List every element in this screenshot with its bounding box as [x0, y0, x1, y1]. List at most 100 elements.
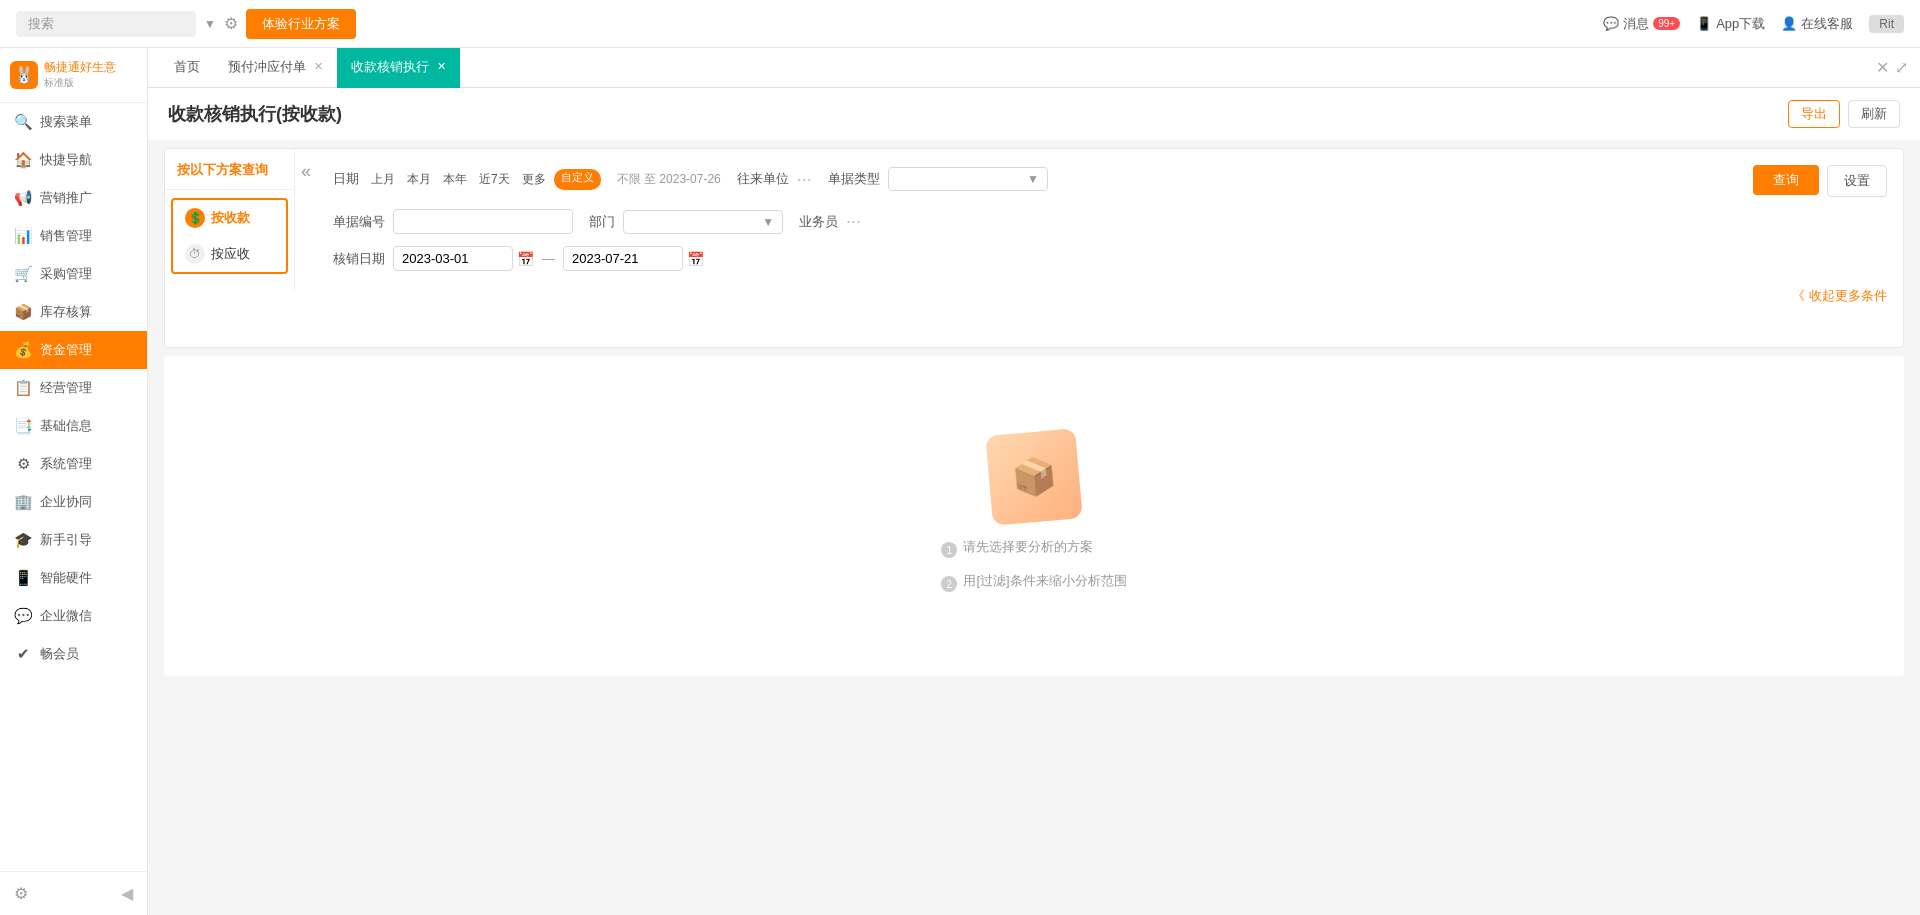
- tab-receipt[interactable]: 收款核销执行 ✕: [337, 48, 460, 88]
- app-icon: 📱: [1696, 16, 1712, 31]
- sidebar-collapse-button[interactable]: ◀: [121, 884, 133, 903]
- search-arrow-icon: ▼: [204, 17, 216, 31]
- sidebar-item-label: 企业协同: [40, 493, 92, 511]
- message-icon: 💬: [1603, 16, 1619, 31]
- sidebar-item-sales[interactable]: 📊 销售管理: [0, 217, 147, 255]
- sidebar-item-inventory[interactable]: 📦 库存核算: [0, 293, 147, 331]
- sidebar-item-marketing[interactable]: 📢 营销推广: [0, 179, 147, 217]
- shortcut-more[interactable]: 更多: [518, 169, 550, 190]
- writeoff-date-from-input[interactable]: [393, 246, 513, 271]
- refresh-button[interactable]: 刷新: [1848, 100, 1900, 128]
- writeoff-date-to-input[interactable]: [563, 246, 683, 271]
- setting-button[interactable]: 设置: [1827, 165, 1887, 197]
- bottom-settings-icon[interactable]: ⚙: [14, 884, 28, 903]
- business-icon: 📋: [14, 379, 32, 397]
- message-group[interactable]: 💬 消息 99+: [1603, 15, 1680, 33]
- page-header-actions: 导出 刷新: [1788, 100, 1900, 128]
- filter-type-by-payable[interactable]: ⏱ 按应收: [173, 236, 286, 272]
- top-bar: 搜索 ▼ ⚙ 体验行业方案 💬 消息 99+ 📱 App下载 👤 在线客服 Ri…: [0, 0, 1920, 48]
- shortcut-this-month[interactable]: 本月: [403, 169, 435, 190]
- shortcut-this-year[interactable]: 本年: [439, 169, 471, 190]
- writeoff-from-cal-icon[interactable]: 📅: [517, 251, 534, 267]
- member-icon: ✔: [14, 645, 32, 663]
- sidebar-item-hardware[interactable]: 📱 智能硬件: [0, 559, 147, 597]
- doc-type-group: 单据类型 ▼: [828, 167, 1048, 191]
- tab-home[interactable]: 首页: [160, 48, 214, 88]
- settings-gear-icon[interactable]: ⚙: [224, 14, 238, 33]
- shortcut-last-month[interactable]: 上月: [367, 169, 399, 190]
- online-service-group[interactable]: 👤 在线客服: [1781, 15, 1853, 33]
- search-input-display[interactable]: 搜索: [16, 11, 196, 37]
- search-menu-icon: 🔍: [14, 113, 32, 131]
- tab-receipt-label: 收款核销执行: [351, 58, 429, 76]
- writeoff-to-cal-icon[interactable]: 📅: [687, 251, 704, 267]
- query-button[interactable]: 查询: [1753, 165, 1819, 195]
- dept-dropdown[interactable]: ▼: [623, 210, 783, 234]
- tab-close-button[interactable]: ✕: [1876, 58, 1889, 77]
- collapse-more-button[interactable]: 《 收起更多条件: [333, 283, 1887, 309]
- filter-row-2: 单据编号 部门 ▼ 业务员 ···: [333, 209, 1887, 234]
- tab-prepay[interactable]: 预付冲应付单 ✕: [214, 48, 337, 88]
- partner-input[interactable]: ···: [797, 169, 812, 190]
- tab-receipt-close-icon[interactable]: ✕: [437, 60, 446, 73]
- app-download-label: App下载: [1716, 15, 1765, 33]
- sidebar-item-basic[interactable]: 📑 基础信息: [0, 407, 147, 445]
- empty-box-icon: 📦: [985, 428, 1083, 526]
- sidebar-logo: 🐰 畅捷通好生意 标准版: [0, 48, 147, 103]
- home-icon: 🏠: [14, 151, 32, 169]
- industry-solution-button[interactable]: 体验行业方案: [246, 9, 356, 39]
- tab-prepay-close-icon[interactable]: ✕: [314, 60, 323, 73]
- sidebar-bottom: ⚙ ◀: [0, 871, 147, 915]
- sidebar-item-member[interactable]: ✔ 畅会员: [0, 635, 147, 673]
- salesperson-input[interactable]: ···: [846, 211, 861, 232]
- sidebar-item-label: 资金管理: [40, 341, 92, 359]
- sidebar-item-label: 基础信息: [40, 417, 92, 435]
- wechat-icon: 💬: [14, 607, 32, 625]
- sidebar-item-purchase[interactable]: 🛒 采购管理: [0, 255, 147, 293]
- sidebar-item-label: 销售管理: [40, 227, 92, 245]
- sidebar-item-label: 库存核算: [40, 303, 92, 321]
- filter-sidebar-title: 按以下方案查询: [165, 161, 294, 190]
- system-icon: ⚙: [14, 455, 32, 473]
- date-unlimited-text: 不限 至 2023-07-26: [617, 171, 721, 188]
- doc-num-input[interactable]: [393, 209, 573, 234]
- inventory-icon: 📦: [14, 303, 32, 321]
- sidebar-item-shortcut[interactable]: 🏠 快捷导航: [0, 141, 147, 179]
- export-button[interactable]: 导出: [1788, 100, 1840, 128]
- message-badge: 99+: [1653, 17, 1680, 30]
- sidebar-item-guide[interactable]: 🎓 新手引导: [0, 521, 147, 559]
- writeoff-date-group: 核销日期 📅 — 📅: [333, 246, 704, 271]
- dept-group: 部门 ▼: [589, 210, 783, 234]
- empty-state: 📦 1 请先选择要分析的方案 2 用[过滤]条件来缩小分析范围: [164, 356, 1904, 676]
- sidebar-item-label: 新手引导: [40, 531, 92, 549]
- online-service-label: 在线客服: [1801, 15, 1853, 33]
- top-bar-right: 💬 消息 99+ 📱 App下载 👤 在线客服 Rit: [1603, 15, 1904, 33]
- empty-step-2: 2 用[过滤]条件来缩小分析范围: [941, 572, 1126, 596]
- writeoff-date-to-group: 📅: [563, 246, 704, 271]
- filter-type-payable-label: 按应收: [211, 245, 250, 263]
- doc-type-arrow-icon: ▼: [1027, 172, 1039, 186]
- guide-icon: 🎓: [14, 531, 32, 549]
- filter-type-by-receipt[interactable]: 💲 按收款: [173, 200, 286, 236]
- tab-maximize-button[interactable]: ⤢: [1895, 58, 1908, 77]
- user-avatar[interactable]: Rit: [1869, 15, 1904, 33]
- main-layout: 🐰 畅捷通好生意 标准版 🔍 搜索菜单 🏠 快捷导航 📢 营销推广 📊 销售管理…: [0, 48, 1920, 915]
- filter-row-3: 核销日期 📅 — 📅: [333, 246, 1887, 271]
- tab-bar: 首页 预付冲应付单 ✕ 收款核销执行 ✕ ✕ ⤢: [148, 48, 1920, 88]
- sidebar-item-finance[interactable]: 💰 资金管理: [0, 331, 147, 369]
- message-label: 消息: [1623, 15, 1649, 33]
- app-download-group[interactable]: 📱 App下载: [1696, 15, 1765, 33]
- doc-type-dropdown[interactable]: ▼: [888, 167, 1048, 191]
- sidebar-item-search[interactable]: 🔍 搜索菜单: [0, 103, 147, 141]
- tab-bar-actions: ✕ ⤢: [1876, 58, 1908, 77]
- sales-icon: 📊: [14, 227, 32, 245]
- sidebar-item-label: 快捷导航: [40, 151, 92, 169]
- filter-sidebar-collapse-button[interactable]: «: [295, 161, 317, 182]
- sidebar-item-label: 系统管理: [40, 455, 92, 473]
- sidebar-item-enterprise[interactable]: 🏢 企业协同: [0, 483, 147, 521]
- sidebar-item-wechat[interactable]: 💬 企业微信: [0, 597, 147, 635]
- sidebar-item-system[interactable]: ⚙ 系统管理: [0, 445, 147, 483]
- receipt-type-icon: 💲: [185, 208, 205, 228]
- sidebar-item-business[interactable]: 📋 经营管理: [0, 369, 147, 407]
- shortcut-7days[interactable]: 近7天: [475, 169, 514, 190]
